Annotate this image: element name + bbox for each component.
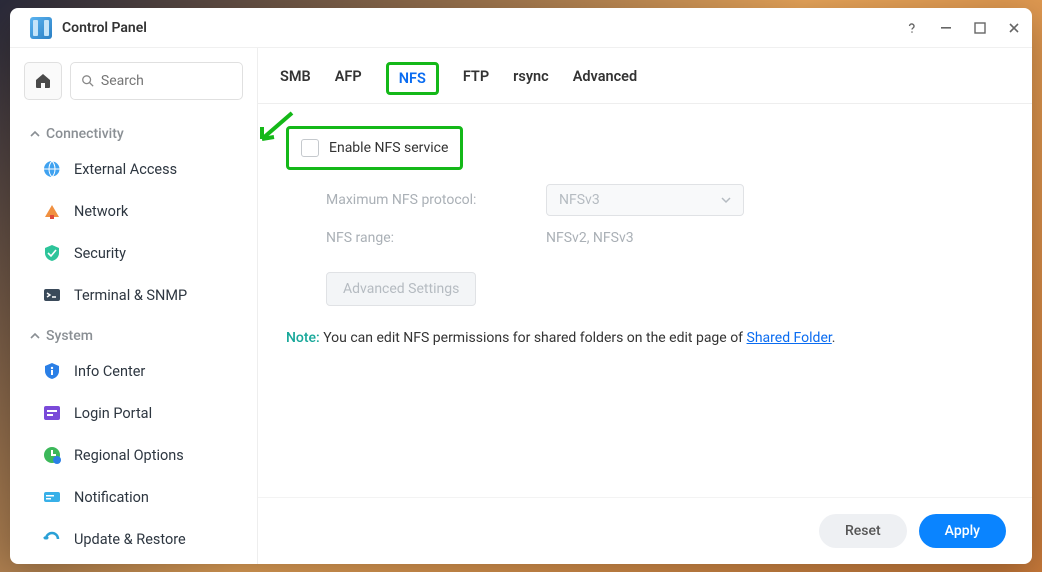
tab-advanced[interactable]: Advanced [573,68,637,103]
maximize-icon[interactable] [972,20,988,36]
tab-rsync[interactable]: rsync [513,68,549,103]
globe-icon [42,159,62,179]
tab-afp[interactable]: AFP [335,68,362,103]
nav-label: External Access [74,161,177,178]
sidebar-item-notification[interactable]: Notification [10,476,255,518]
minimize-icon[interactable] [938,20,954,36]
enable-nfs-label: Enable NFS service [329,140,448,156]
tab-nfs[interactable]: NFS [386,62,439,95]
sidebar: Connectivity External Access Network Sec… [10,48,258,564]
tab-content: Enable NFS service Maximum NFS protocol:… [258,104,1032,497]
nav-label: Network [74,203,128,220]
home-icon [34,72,52,90]
sidebar-scroll[interactable]: Connectivity External Access Network Sec… [10,108,255,564]
home-button[interactable] [24,62,62,100]
tab-ftp[interactable]: FTP [463,68,489,103]
nfs-range-label: NFS range: [326,230,546,246]
nfs-range-value: NFSv2, NFSv3 [546,230,634,246]
info-icon [42,361,62,381]
footer: Reset Apply [258,497,1032,564]
window-title: Control Panel [62,20,904,36]
note-text: You can edit NFS permissions for shared … [320,330,747,346]
nav-label: Regional Options [74,447,184,464]
max-protocol-select[interactable]: NFSv3 [546,184,744,216]
portal-icon [42,403,62,423]
sidebar-item-network[interactable]: Network [10,190,255,232]
network-icon [42,201,62,221]
terminal-icon [42,285,62,305]
search-icon [81,73,95,89]
group-label: System [46,328,93,344]
annotation-arrow-icon [258,109,298,153]
group-connectivity[interactable]: Connectivity [10,114,255,148]
max-protocol-label: Maximum NFS protocol: [326,192,546,208]
tabs: SMB AFP NFS FTP rsync Advanced [258,48,1032,104]
app-icon [30,17,52,39]
nav-label: Login Portal [74,405,152,422]
nav-label: Security [74,245,126,262]
help-icon[interactable] [904,20,920,36]
search-input[interactable] [101,73,232,89]
nav-label: Notification [74,489,149,506]
note: Note: You can edit NFS permissions for s… [286,330,1004,346]
sidebar-item-regional-options[interactable]: Regional Options [10,434,255,476]
sidebar-item-info-center[interactable]: Info Center [10,350,255,392]
group-label: Connectivity [46,126,124,142]
shared-folder-link[interactable]: Shared Folder [747,330,832,346]
main: SMB AFP NFS FTP rsync Advanced Enable NF… [258,48,1032,564]
chevron-down-icon [721,195,731,205]
sidebar-item-terminal-snmp[interactable]: Terminal & SNMP [10,274,255,316]
search-field[interactable] [70,62,243,100]
sidebar-item-login-portal[interactable]: Login Portal [10,392,255,434]
reset-button[interactable]: Reset [819,514,907,548]
nav-label: Update & Restore [74,531,186,548]
shield-icon [42,243,62,263]
update-icon [42,529,62,549]
chevron-up-icon [30,331,40,341]
close-icon[interactable] [1006,20,1022,36]
note-label: Note: [286,330,320,346]
group-system[interactable]: System [10,316,255,350]
nav-label: Info Center [74,363,145,380]
nav-label: Terminal & SNMP [74,287,187,304]
sidebar-item-update-restore[interactable]: Update & Restore [10,518,255,560]
sidebar-item-external-access[interactable]: External Access [10,148,255,190]
advanced-settings-button[interactable]: Advanced Settings [326,272,476,306]
note-suffix: . [832,330,836,346]
enable-nfs-checkbox[interactable] [301,139,319,157]
window: Control Panel [10,8,1032,564]
chevron-up-icon [30,129,40,139]
titlebar: Control Panel [10,8,1032,48]
regional-icon [42,445,62,465]
apply-button[interactable]: Apply [919,514,1006,548]
notification-icon [42,487,62,507]
enable-nfs-row: Enable NFS service [286,126,463,170]
select-value: NFSv3 [559,192,600,208]
sidebar-item-security[interactable]: Security [10,232,255,274]
tab-smb[interactable]: SMB [280,68,311,103]
